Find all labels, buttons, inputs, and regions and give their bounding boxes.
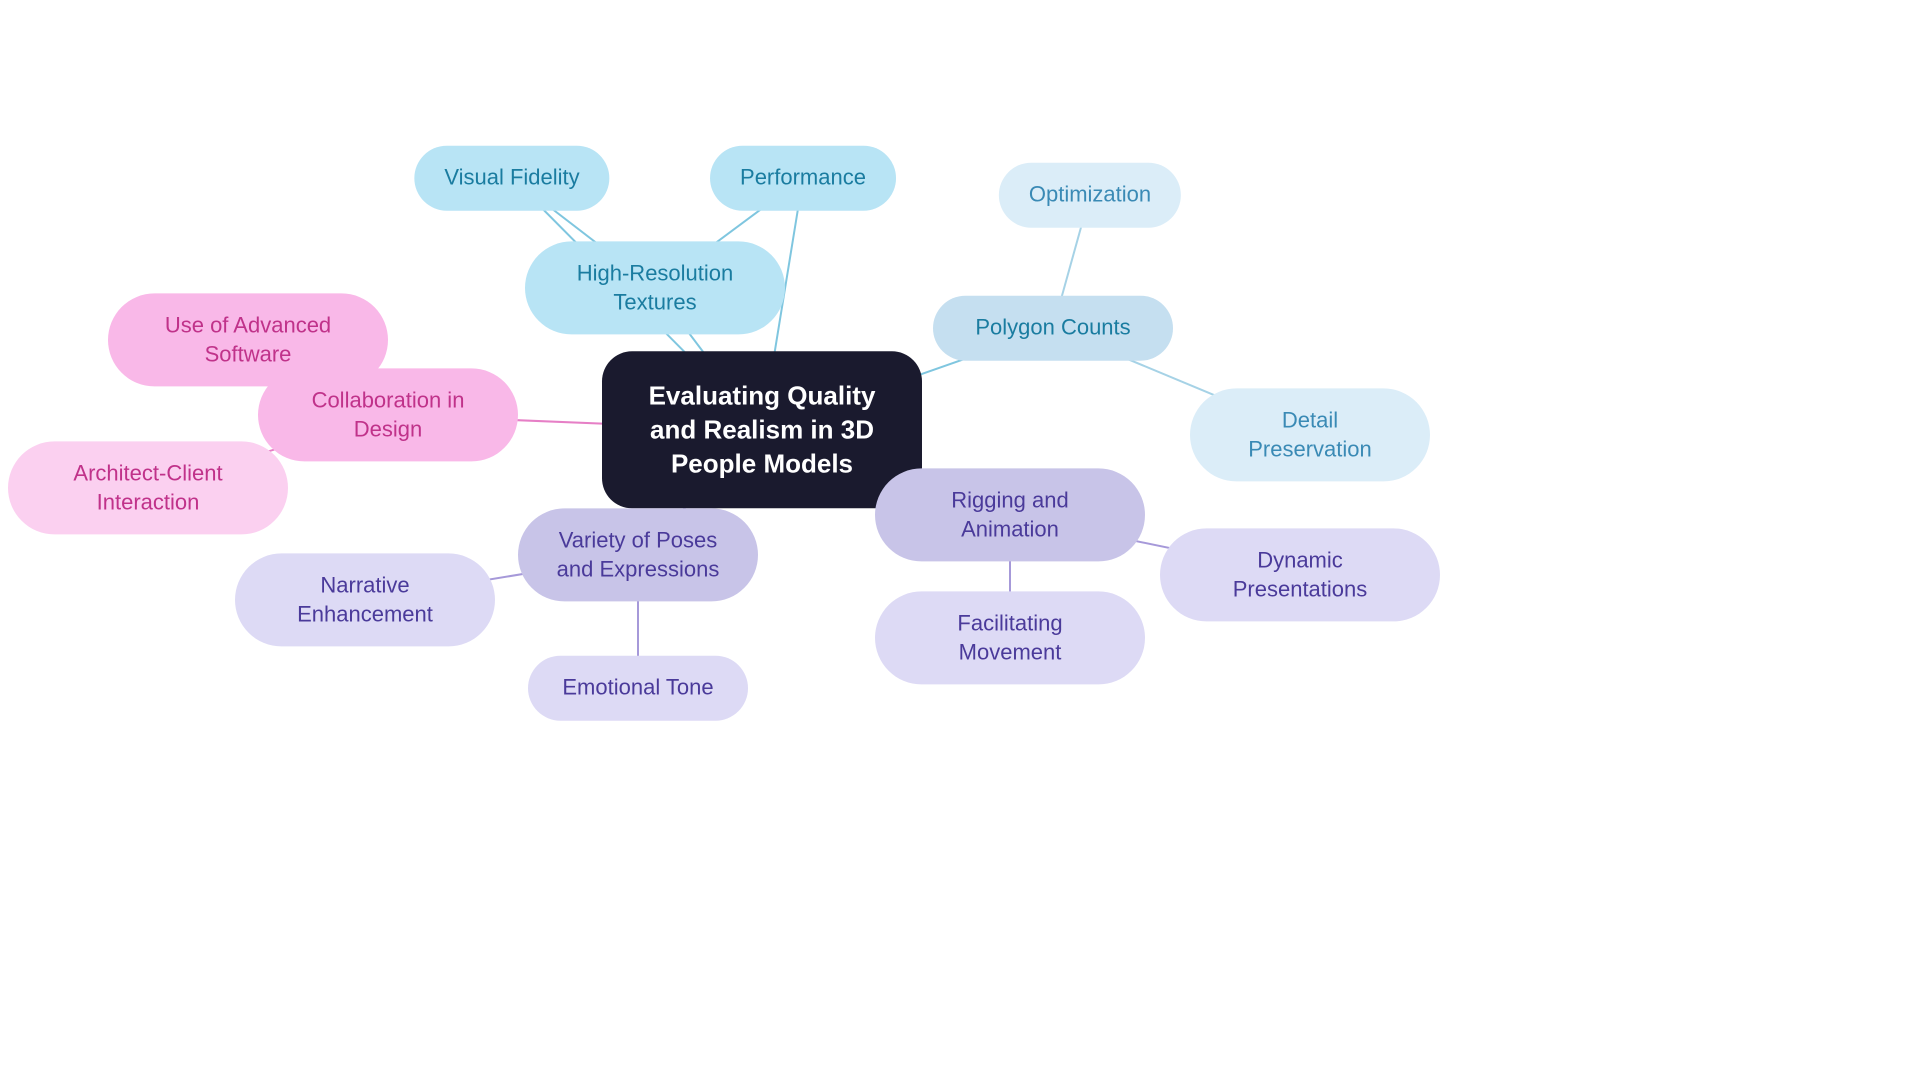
mindmap-container: Evaluating Quality and Realism in 3D Peo… (0, 0, 1920, 1083)
node-label: Visual Fidelity (444, 164, 579, 193)
center-node: Evaluating Quality and Realism in 3D Peo… (602, 351, 922, 508)
node-label: High-Resolution Textures (555, 259, 755, 316)
node-rigging-animation: Rigging and Animation (875, 468, 1145, 561)
node-label: Variety of Poses and Expressions (548, 526, 728, 583)
node-dynamic-presentations: Dynamic Presentations (1160, 528, 1440, 621)
node-label: Detail Preservation (1220, 406, 1400, 463)
node-label: Optimization (1029, 181, 1151, 210)
node-label: Collaboration in Design (288, 386, 488, 443)
center-label: Evaluating Quality and Realism in 3D Peo… (647, 379, 877, 480)
node-optimization: Optimization (999, 163, 1181, 228)
node-label: Architect-Client Interaction (38, 459, 258, 516)
node-polygon-counts: Polygon Counts (933, 296, 1173, 361)
node-collaboration-design: Collaboration in Design (258, 368, 518, 461)
node-label: Use of Advanced Software (138, 311, 358, 368)
node-label: Emotional Tone (562, 674, 713, 703)
node-narrative-enhancement: Narrative Enhancement (235, 553, 495, 646)
node-label: Narrative Enhancement (265, 571, 465, 628)
node-performance: Performance (710, 146, 896, 211)
node-detail-preservation: Detail Preservation (1190, 388, 1430, 481)
node-label: Rigging and Animation (905, 486, 1115, 543)
node-visual-fidelity: Visual Fidelity (414, 146, 609, 211)
node-label: Polygon Counts (975, 314, 1130, 343)
node-facilitating-movement: Facilitating Movement (875, 591, 1145, 684)
node-emotional-tone: Emotional Tone (528, 656, 748, 721)
node-architect-client: Architect-Client Interaction (8, 441, 288, 534)
node-label: Dynamic Presentations (1190, 546, 1410, 603)
node-variety-poses: Variety of Poses and Expressions (518, 508, 758, 601)
node-high-res-textures: High-Resolution Textures (525, 241, 785, 334)
node-label: Facilitating Movement (905, 609, 1115, 666)
node-label: Performance (740, 164, 866, 193)
